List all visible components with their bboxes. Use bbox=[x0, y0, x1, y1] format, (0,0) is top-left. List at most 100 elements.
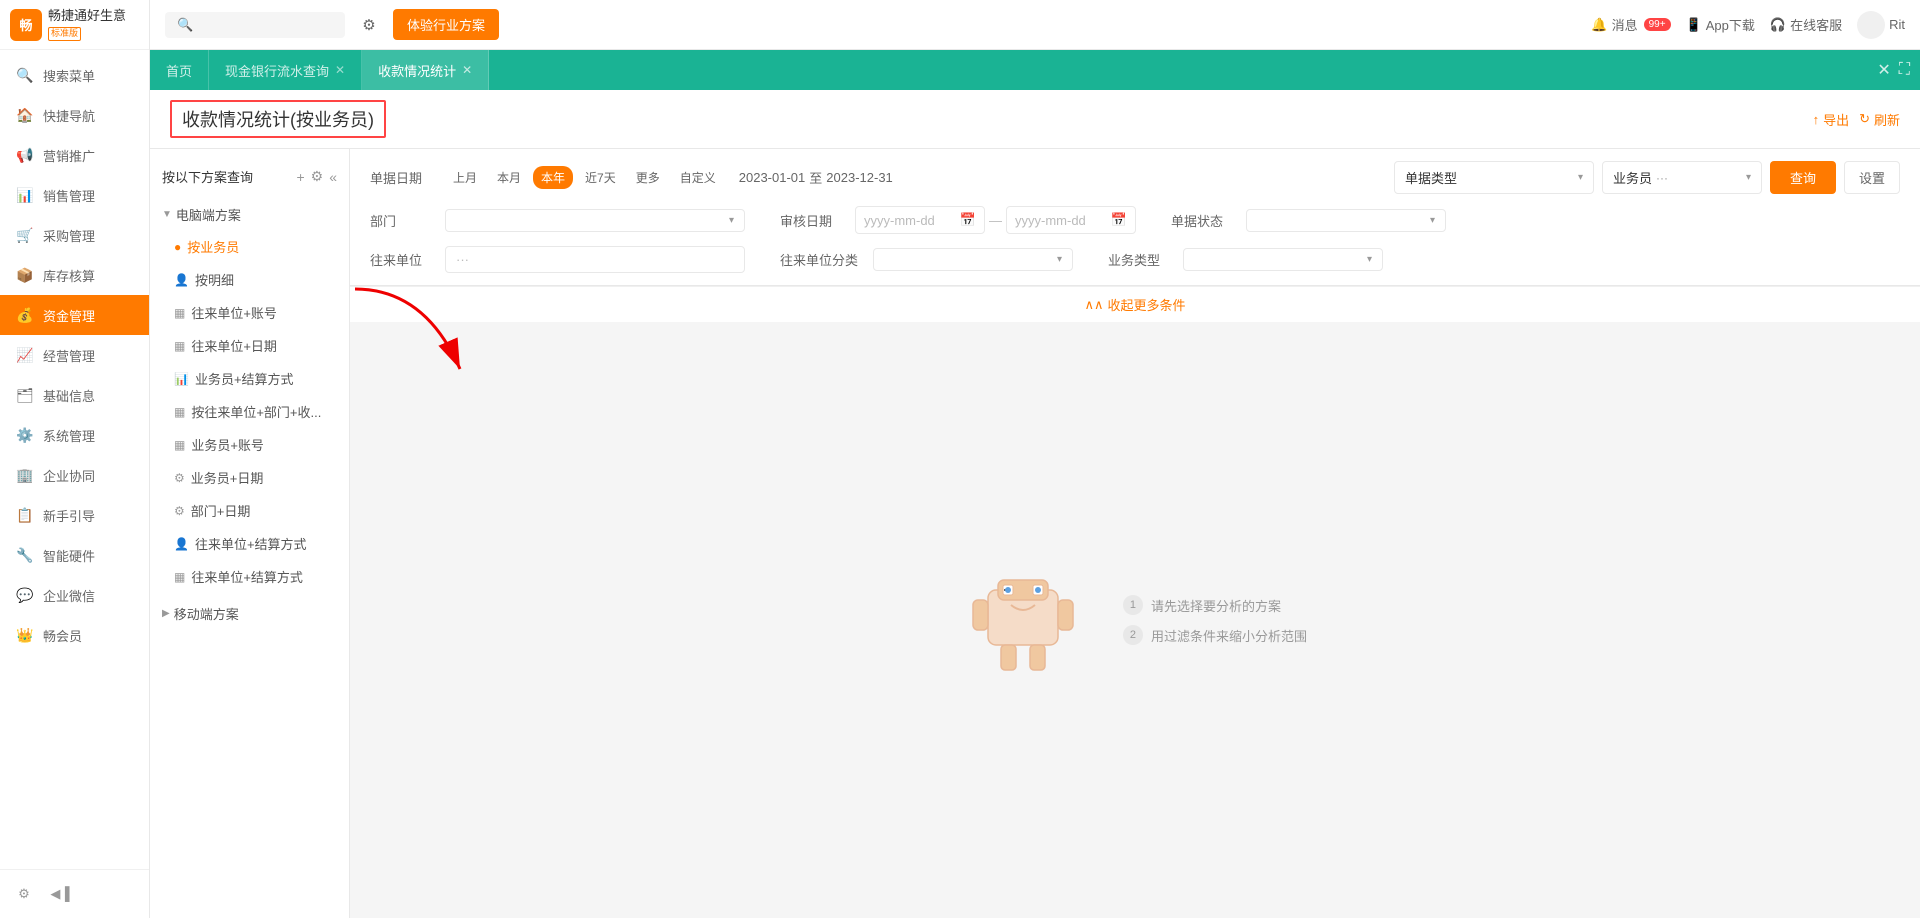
add-scheme-btn[interactable]: + bbox=[296, 169, 304, 185]
tab-home[interactable]: 首页 bbox=[150, 50, 209, 90]
review-date-start-input[interactable]: yyyy-mm-dd 📅 bbox=[855, 206, 985, 234]
sidebar-bottom: ⚙ ◀▐ bbox=[0, 869, 149, 918]
sidebar-item-wechat[interactable]: 💬 企业微信 bbox=[0, 575, 149, 615]
settings-button[interactable]: 设置 bbox=[1844, 161, 1900, 194]
tabs-bar: 首页 现金银行流水查询 ✕ 收款情况统计 ✕ ✕ ⛶ bbox=[150, 50, 1920, 90]
app-download-btn[interactable]: 📱 App下载 bbox=[1686, 15, 1755, 34]
refresh-button[interactable]: ↻ 刷新 bbox=[1859, 110, 1900, 129]
date-tab-7days[interactable]: 近7天 bbox=[577, 166, 624, 189]
sidebar-item-quick-nav[interactable]: 🏠 快捷导航 bbox=[0, 95, 149, 135]
refresh-label: 刷新 bbox=[1874, 110, 1900, 129]
notification-badge: 99+ bbox=[1644, 18, 1671, 31]
online-service-btn[interactable]: 🎧 在线客服 bbox=[1770, 15, 1842, 34]
grid-icon: ▦ bbox=[174, 339, 185, 353]
sidebar-item-basic-info[interactable]: 🗂 基础信息 bbox=[0, 375, 149, 415]
export-button[interactable]: ↑ 导出 bbox=[1813, 110, 1850, 129]
query-button[interactable]: 查询 bbox=[1770, 161, 1836, 194]
topbar-actions: 🔔 消息 99+ 📱 App下载 🎧 在线客服 Rit bbox=[1591, 11, 1905, 39]
chevron-down-icon: ▾ bbox=[1578, 172, 1583, 183]
date-tab-more[interactable]: 更多 bbox=[628, 166, 668, 189]
sidebar-item-search-menu[interactable]: 🔍 搜索菜单 bbox=[0, 55, 149, 95]
scheme-item-label: 往来单位+结算方式 bbox=[195, 534, 307, 553]
arrow-down-icon: ▼ bbox=[162, 209, 172, 220]
operation-icon: 📈 bbox=[15, 345, 35, 365]
sidebar-item-label: 库存核算 bbox=[43, 266, 95, 285]
date-tab-custom[interactable]: 自定义 bbox=[672, 166, 724, 189]
scheme-item-partner-account[interactable]: ▦ 往来单位+账号 bbox=[150, 296, 349, 329]
date-tab-last-month[interactable]: 上月 bbox=[445, 166, 485, 189]
settings-icon: ⚙ bbox=[174, 471, 185, 485]
sidebar-item-label: 新手引导 bbox=[43, 506, 95, 525]
salesman-select[interactable]: 业务员 ··· ▾ bbox=[1602, 161, 1762, 194]
maximize-btn[interactable]: ⛶ bbox=[1899, 61, 1910, 79]
sidebar-item-member[interactable]: 👑 畅会员 bbox=[0, 615, 149, 655]
trial-button[interactable]: 体验行业方案 bbox=[393, 9, 499, 40]
date-dash: — bbox=[989, 213, 1002, 228]
scheme-item-salesman-date[interactable]: ⚙ 业务员+日期 bbox=[150, 461, 349, 494]
dept-select[interactable]: ▾ bbox=[445, 209, 745, 232]
sidebar-item-guide[interactable]: 📋 新手引导 bbox=[0, 495, 149, 535]
sidebar-item-marketing[interactable]: 📢 营销推广 bbox=[0, 135, 149, 175]
sidebar-menu: 🔍 搜索菜单 🏠 快捷导航 📢 营销推广 📊 销售管理 🛒 采购管理 📦 库存核… bbox=[0, 50, 149, 869]
sidebar-item-system[interactable]: ⚙️ 系统管理 bbox=[0, 415, 149, 455]
sidebar-item-inventory[interactable]: 📦 库存核算 bbox=[0, 255, 149, 295]
bill-type-select[interactable]: 单据类型 ▾ bbox=[1394, 161, 1594, 194]
filter-row-date: 单据日期 上月 本月 本年 近7天 更多 自定义 2023-01-01 至 bbox=[370, 161, 1900, 194]
sidebar-item-hardware[interactable]: 🔧 智能硬件 bbox=[0, 535, 149, 575]
scheme-item-partner-dept[interactable]: ▦ 按往来单位+部门+收... bbox=[150, 395, 349, 428]
sidebar-item-label: 资金管理 bbox=[43, 306, 95, 325]
sidebar-item-purchase[interactable]: 🛒 采购管理 bbox=[0, 215, 149, 255]
partner-category-select[interactable]: ▾ bbox=[873, 248, 1073, 271]
date-tab-this-month[interactable]: 本月 bbox=[489, 166, 529, 189]
close-window-btn[interactable]: ✕ bbox=[1877, 60, 1890, 80]
scheme-item-detail[interactable]: 👤 按明细 bbox=[150, 263, 349, 296]
tab-bank-flow[interactable]: 现金银行流水查询 ✕ bbox=[209, 50, 362, 90]
business-type-select[interactable]: ▾ bbox=[1183, 248, 1383, 271]
grid-icon: ▦ bbox=[174, 306, 185, 320]
chevron-down-icon: ▾ bbox=[1367, 254, 1372, 265]
topbar-settings-btn[interactable]: ⚙ bbox=[355, 11, 383, 39]
sidebar-item-operation[interactable]: 📈 经营管理 bbox=[0, 335, 149, 375]
collapse-panel-btn[interactable]: « bbox=[329, 169, 337, 185]
grid-icon: ▦ bbox=[174, 405, 185, 419]
mobile-scheme-title[interactable]: ▶ 移动端方案 bbox=[150, 598, 349, 629]
sidebar-item-sales[interactable]: 📊 销售管理 bbox=[0, 175, 149, 215]
sidebar-item-enterprise[interactable]: 🏢 企业协同 bbox=[0, 455, 149, 495]
review-date-input-pair: yyyy-mm-dd 📅 — yyyy-mm-dd 📅 bbox=[855, 206, 1136, 234]
close-icon[interactable]: ✕ bbox=[335, 63, 345, 77]
scheme-item-dept-date[interactable]: ⚙ 部门+日期 bbox=[150, 494, 349, 527]
collapse-bar[interactable]: ∧∧ 收起更多条件 bbox=[350, 286, 1920, 322]
download-icon: 📱 bbox=[1686, 17, 1702, 33]
scheme-item-salesman-settlement[interactable]: 📊 业务员+结算方式 bbox=[150, 362, 349, 395]
notification-btn[interactable]: 🔔 消息 99+ bbox=[1591, 15, 1670, 34]
review-date-end-input[interactable]: yyyy-mm-dd 📅 bbox=[1006, 206, 1136, 234]
scheme-item-label: 按业务员 bbox=[187, 237, 239, 256]
user-menu[interactable]: Rit bbox=[1857, 11, 1905, 39]
scheme-settings-btn[interactable]: ⚙ bbox=[311, 168, 324, 185]
bill-status-select[interactable]: ▾ bbox=[1246, 209, 1446, 232]
tab-collection-stats[interactable]: 收款情况统计 ✕ bbox=[362, 50, 489, 90]
close-icon[interactable]: ✕ bbox=[462, 63, 472, 77]
scheme-item-salesman[interactable]: ● 按业务员 bbox=[150, 230, 349, 263]
bell-icon: 🔔 bbox=[1591, 17, 1607, 33]
scheme-item-partner-settlement2[interactable]: ▦ 往来单位+结算方式 bbox=[150, 560, 349, 593]
desktop-scheme-title[interactable]: ▼ 电脑端方案 bbox=[150, 199, 349, 230]
sidebar-item-label: 营销推广 bbox=[43, 146, 95, 165]
grid-icon: ▦ bbox=[174, 570, 185, 584]
date-range-start: 2023-01-01 bbox=[739, 170, 806, 185]
partner-input[interactable]: ··· bbox=[445, 246, 745, 273]
date-tab-this-year[interactable]: 本年 bbox=[533, 166, 573, 189]
app-download-label: App下载 bbox=[1706, 15, 1755, 34]
sidebar-item-finance[interactable]: 💰 资金管理 bbox=[0, 295, 149, 335]
scheme-item-partner-settlement1[interactable]: 👤 往来单位+结算方式 bbox=[150, 527, 349, 560]
sidebar-collapse-btn[interactable]: ◀▐ bbox=[46, 880, 74, 908]
scheme-item-partner-date[interactable]: ▦ 往来单位+日期 bbox=[150, 329, 349, 362]
topbar-search[interactable]: 🔍 bbox=[165, 12, 345, 38]
business-type-label: 业务类型 bbox=[1108, 250, 1168, 269]
home-icon: 🏠 bbox=[15, 105, 35, 125]
page-title-box: 收款情况统计(按业务员) bbox=[170, 100, 386, 138]
right-panel: 单据日期 上月 本月 本年 近7天 更多 自定义 2023-01-01 至 bbox=[350, 149, 1920, 918]
sidebar-settings-btn[interactable]: ⚙ bbox=[10, 880, 38, 908]
collapse-label: 收起更多条件 bbox=[1108, 295, 1186, 314]
scheme-item-salesman-account[interactable]: ▦ 业务员+账号 bbox=[150, 428, 349, 461]
